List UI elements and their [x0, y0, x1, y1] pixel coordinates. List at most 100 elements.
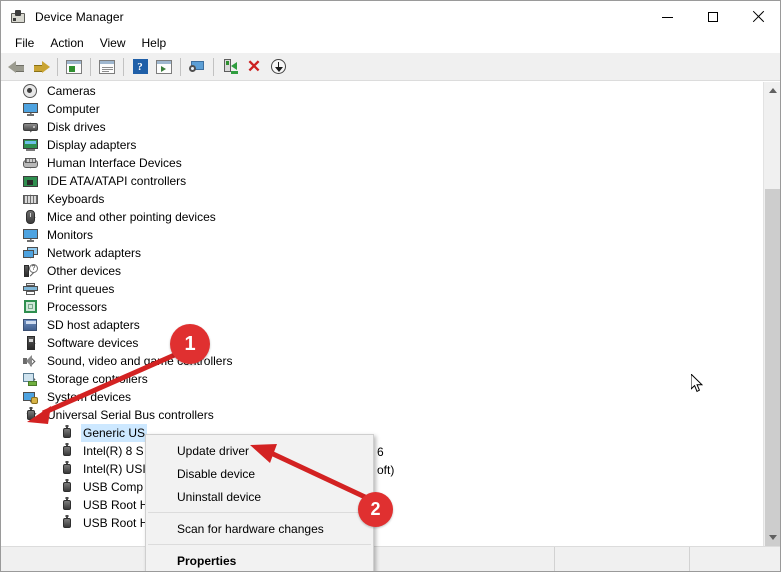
tree-item-human-interface-devices[interactable]: Human Interface Devices — [1, 154, 756, 172]
tree-item-display-adapters[interactable]: Display adapters — [1, 136, 756, 154]
sd-host-adapter-icon — [23, 317, 39, 333]
tree-item-ide-ata-atapi-controllers[interactable]: IDE ATA/ATAPI controllers — [1, 172, 756, 190]
tree-item-label: IDE ATA/ATAPI controllers — [47, 174, 187, 188]
tree-item-label: Software devices — [47, 336, 139, 350]
back-arrow-icon — [8, 60, 26, 74]
tree-item-other-devices[interactable]: ? Other devices — [1, 262, 756, 280]
usb-device-icon — [59, 497, 75, 513]
tree-item-label: Storage controllers — [47, 372, 148, 386]
scroll-up-button[interactable] — [764, 82, 780, 99]
tree-item-keyboards[interactable]: Keyboards — [1, 190, 756, 208]
display-adapter-icon — [23, 137, 39, 153]
menu-file[interactable]: File — [7, 34, 42, 53]
toolbar-display-devices-button[interactable] — [185, 55, 209, 79]
context-menu-item-label: Uninstall device — [177, 489, 262, 504]
toolbar-separator — [90, 57, 91, 76]
scroll-down-button[interactable] — [764, 529, 780, 546]
scan-hardware-changes-icon — [270, 59, 286, 74]
tree-item-universal-serial-bus-controllers[interactable]: Universal Serial Bus controllers — [1, 406, 756, 424]
tree-item-disk-drives[interactable]: Disk drives — [1, 118, 756, 136]
toolbar-help-button[interactable]: ? — [128, 55, 152, 79]
vertical-scrollbar[interactable] — [763, 82, 780, 559]
toolbar-update-driver-button[interactable] — [218, 55, 242, 79]
device-manager-window: Device Manager File Action View Help ? ✕… — [0, 0, 781, 572]
context-menu-separator — [148, 512, 371, 513]
printer-icon — [23, 281, 39, 297]
menu-action[interactable]: Action — [42, 34, 91, 53]
tree-item-computer[interactable]: Computer — [1, 100, 756, 118]
hid-icon — [23, 155, 39, 171]
minimize-icon — [662, 16, 673, 18]
context-menu-separator — [148, 544, 371, 545]
toolbar-back-button[interactable] — [5, 55, 29, 79]
tree-item-monitors[interactable]: Monitors — [1, 226, 756, 244]
context-menu[interactable]: Update driver Disable device Uninstall dev… — [145, 434, 374, 571]
menu-help[interactable]: Help — [134, 34, 175, 53]
tree-item-label: Disk drives — [47, 120, 106, 134]
toolbar-forward-button[interactable] — [29, 55, 53, 79]
close-icon — [752, 11, 764, 23]
chevron-up-icon — [768, 88, 777, 93]
network-adapter-icon — [23, 245, 39, 261]
toolbar-scan-hardware-button[interactable] — [266, 55, 290, 79]
context-menu-item-label: Properties — [177, 553, 237, 568]
tree-item-label: Print queues — [47, 282, 115, 296]
tree-item-label: USB Root H — [83, 516, 149, 530]
tree-item-label: Mice and other pointing devices — [47, 210, 216, 224]
show-hide-console-tree-icon — [66, 59, 82, 74]
tree-item-software-devices[interactable]: Software devices — [1, 334, 756, 352]
help-icon: ? — [132, 59, 148, 74]
maximize-button[interactable] — [690, 1, 735, 33]
scrollbar-thumb[interactable] — [765, 189, 780, 559]
tree-item-sd-host-adapters[interactable]: SD host adapters — [1, 316, 756, 334]
tree-item-label: Cameras — [47, 84, 96, 98]
monitor-icon — [23, 227, 39, 243]
usb-device-icon — [59, 461, 75, 477]
context-menu-item-properties[interactable]: Properties — [146, 549, 373, 571]
tree-item-label: Intel(R) USI — [83, 462, 146, 476]
minimize-button[interactable] — [645, 1, 690, 33]
tree-item-usb-comp[interactable]: USB Comp — [1, 478, 756, 496]
system-device-icon — [23, 389, 39, 405]
tree-item-generic-us[interactable]: Generic US — [1, 424, 756, 442]
tree-item-label: Display adapters — [47, 138, 137, 152]
software-device-icon — [23, 335, 39, 351]
toolbar-console-tree-button[interactable] — [62, 55, 86, 79]
tree-item-usb-root-h[interactable]: USB Root H — [1, 496, 756, 514]
context-menu-item-disable-device[interactable]: Disable device — [146, 462, 373, 485]
context-menu-item-uninstall-device[interactable]: Uninstall device — [146, 485, 373, 508]
tree-item-label: SD host adapters — [47, 318, 140, 332]
tree-item-storage-controllers[interactable]: Storage controllers — [1, 370, 756, 388]
forward-arrow-icon — [32, 60, 50, 74]
mouse-icon — [23, 209, 39, 225]
tree-item-network-adapters[interactable]: Network adapters — [1, 244, 756, 262]
context-menu-item-scan-for-hardware-changes[interactable]: Scan for hardware changes — [146, 517, 373, 540]
tree-item-usb-root-h[interactable]: USB Root H — [1, 514, 756, 532]
title-bar: Device Manager — [1, 1, 780, 33]
storage-controller-icon — [23, 371, 39, 387]
tree-item-system-devices[interactable]: System devices — [1, 388, 756, 406]
toolbar-uninstall-button[interactable]: ✕ — [242, 55, 266, 79]
toolbar-separator — [213, 57, 214, 76]
clipped-text-1: oft) — [377, 463, 395, 477]
toolbar-scan-button[interactable] — [152, 55, 176, 79]
computer-icon — [23, 101, 39, 117]
other-device-icon: ? — [23, 263, 39, 279]
toolbar-properties-button[interactable] — [95, 55, 119, 79]
tree-item-label: Computer — [47, 102, 100, 116]
toolbar: ? ✕ — [1, 53, 780, 81]
tree-item-mice-and-other-pointing-devices[interactable]: Mice and other pointing devices — [1, 208, 756, 226]
tree-item-label: Monitors — [47, 228, 94, 242]
window-title: Device Manager — [35, 10, 124, 24]
processor-icon — [23, 299, 39, 315]
tree-item-print-queues[interactable]: Print queues — [1, 280, 756, 298]
tree-item-cameras[interactable]: Cameras — [1, 82, 756, 100]
menu-view[interactable]: View — [92, 34, 134, 53]
tree-item-processors[interactable]: Processors — [1, 298, 756, 316]
tree-item-label: Universal Serial Bus controllers — [47, 408, 214, 422]
context-menu-item-update-driver[interactable]: Update driver — [146, 439, 373, 462]
update-driver-icon — [223, 59, 238, 74]
tree-item-label: Intel(R) 8 S — [83, 444, 144, 458]
tree-item-sound-video-and-game-controllers[interactable]: Sound, video and game controllers — [1, 352, 756, 370]
close-button[interactable] — [735, 1, 780, 33]
